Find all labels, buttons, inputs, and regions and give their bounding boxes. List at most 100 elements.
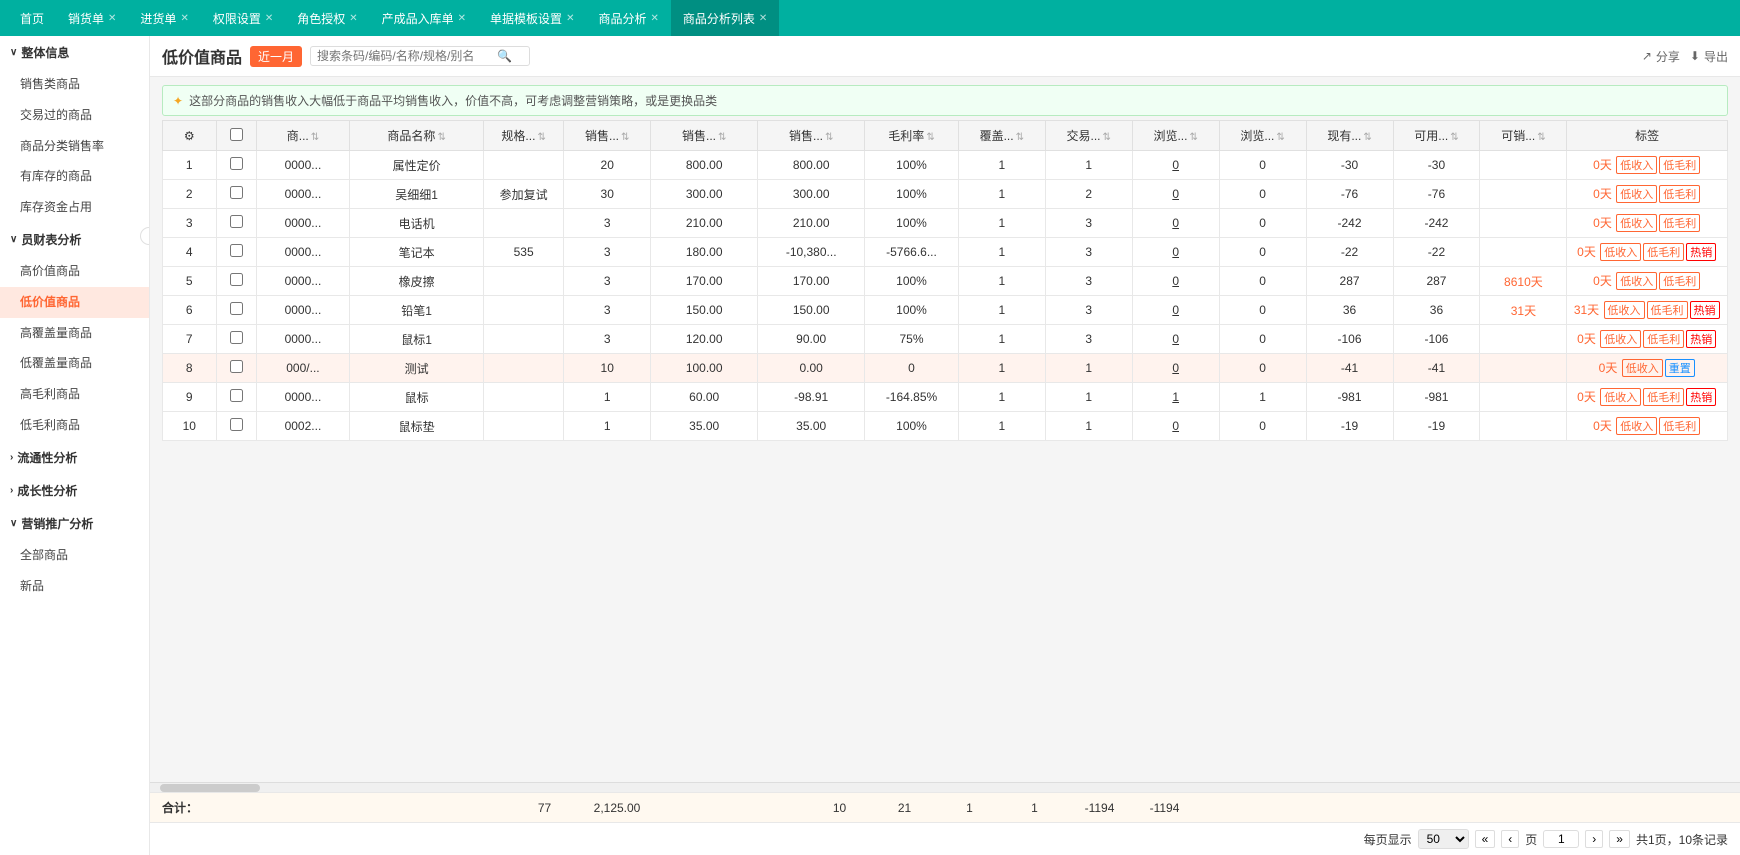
col-avail[interactable]: 可用...⇅ (1393, 121, 1480, 151)
col-sales-qty[interactable]: 销售...⇅ (564, 121, 651, 151)
sidebar-group-growth[interactable]: › 成长性分析 (0, 474, 149, 507)
col-settings[interactable]: ⚙ (163, 121, 217, 151)
col-sales-profit[interactable]: 销售...⇅ (758, 121, 865, 151)
sidebar-group-liquidity[interactable]: › 流通性分析 (0, 441, 149, 474)
cell-browse1[interactable]: 0 (1132, 296, 1219, 325)
search-input[interactable] (317, 49, 497, 63)
sidebar-item-high-coverage[interactable]: 高覆盖量商品 (0, 318, 149, 349)
nav-home[interactable]: 首页 (8, 0, 56, 36)
col-sales-amount[interactable]: 销售...⇅ (651, 121, 758, 151)
sidebar-item-high-value[interactable]: 高价值商品 (0, 256, 149, 287)
nav-product-inbound[interactable]: 产成品入库单 ✕ (370, 0, 478, 36)
browse-link[interactable]: 0 (1172, 158, 1179, 172)
browse-link[interactable]: 1 (1172, 390, 1179, 404)
close-icon[interactable]: ✕ (458, 13, 466, 24)
cell-checkbox[interactable] (216, 151, 256, 180)
close-icon[interactable]: ✕ (108, 13, 116, 24)
sidebar-item-stock-capital[interactable]: 库存资金占用 (0, 192, 149, 223)
cell-browse1[interactable]: 0 (1132, 325, 1219, 354)
sidebar-item-category-sales-rate[interactable]: 商品分类销售率 (0, 131, 149, 162)
cell-browse1[interactable]: 0 (1132, 412, 1219, 441)
col-stock[interactable]: 现有...⇅ (1306, 121, 1393, 151)
share-button[interactable]: ↗ 分享 (1642, 48, 1680, 65)
cell-browse1[interactable]: 0 (1132, 238, 1219, 267)
next-page-button[interactable]: › (1585, 830, 1603, 848)
cell-checkbox[interactable] (216, 209, 256, 238)
nav-sales-order[interactable]: 销货单 ✕ (56, 0, 128, 36)
col-browse2[interactable]: 浏览...⇅ (1219, 121, 1306, 151)
cell-checkbox[interactable] (216, 354, 256, 383)
cell-browse1[interactable]: 1 (1132, 383, 1219, 412)
cell-checkbox[interactable] (216, 238, 256, 267)
browse-link[interactable]: 0 (1172, 332, 1179, 346)
cell-browse1[interactable]: 0 (1132, 151, 1219, 180)
search-icon[interactable]: 🔍 (497, 49, 512, 63)
row-checkbox[interactable] (230, 389, 243, 402)
row-checkbox[interactable] (230, 215, 243, 228)
sidebar-item-sales-products[interactable]: 销售类商品 (0, 69, 149, 100)
cell-checkbox[interactable] (216, 267, 256, 296)
cell-browse1[interactable]: 0 (1132, 180, 1219, 209)
cell-browse1[interactable]: 0 (1132, 354, 1219, 383)
sidebar-item-new-products[interactable]: 新品 (0, 571, 149, 602)
scrollbar-thumb[interactable] (160, 784, 260, 792)
browse-link[interactable]: 0 (1172, 274, 1179, 288)
col-spec[interactable]: 规格...⇅ (484, 121, 564, 151)
prev-page-button[interactable]: ‹ (1501, 830, 1519, 848)
browse-link[interactable]: 0 (1172, 187, 1179, 201)
filter-period-button[interactable]: 近一月 (250, 46, 302, 67)
row-checkbox[interactable] (230, 360, 243, 373)
close-icon[interactable]: ✕ (265, 13, 273, 24)
cell-checkbox[interactable] (216, 325, 256, 354)
col-coverage[interactable]: 覆盖...⇅ (958, 121, 1045, 151)
row-checkbox[interactable] (230, 157, 243, 170)
sidebar-item-low-margin[interactable]: 低毛利商品 (0, 410, 149, 441)
cell-browse1[interactable]: 0 (1132, 267, 1219, 296)
close-icon[interactable]: ✕ (650, 13, 658, 24)
col-salable[interactable]: 可销...⇅ (1480, 121, 1567, 151)
cell-checkbox[interactable] (216, 412, 256, 441)
browse-link[interactable]: 0 (1172, 303, 1179, 317)
browse-link[interactable]: 0 (1172, 245, 1179, 259)
col-tags[interactable]: 标签 (1567, 121, 1728, 151)
sidebar-item-low-coverage[interactable]: 低覆盖量商品 (0, 348, 149, 379)
nav-role-auth[interactable]: 角色授权 ✕ (285, 0, 369, 36)
sidebar-group-overall[interactable]: ∨ 整体信息 (0, 36, 149, 69)
close-icon[interactable]: ✕ (180, 13, 188, 24)
nav-product-analysis[interactable]: 商品分析 ✕ (586, 0, 670, 36)
col-browse1[interactable]: 浏览...⇅ (1132, 121, 1219, 151)
cell-checkbox[interactable] (216, 296, 256, 325)
select-all-checkbox[interactable] (230, 128, 243, 141)
cell-checkbox[interactable] (216, 383, 256, 412)
last-page-button[interactable]: » (1609, 830, 1630, 848)
nav-permission-setting[interactable]: 权限设置 ✕ (201, 0, 285, 36)
export-button[interactable]: ⬇ 导出 (1690, 48, 1728, 65)
per-page-select[interactable]: 50 100 200 (1418, 829, 1469, 849)
close-icon[interactable]: ✕ (566, 13, 574, 24)
col-name[interactable]: 商品名称⇅ (350, 121, 484, 151)
row-checkbox[interactable] (230, 186, 243, 199)
sidebar-item-traded-products[interactable]: 交易过的商品 (0, 100, 149, 131)
sidebar-item-in-stock-products[interactable]: 有库存的商品 (0, 161, 149, 192)
nav-purchase-order[interactable]: 进货单 ✕ (128, 0, 200, 36)
col-code[interactable]: 商...⇅ (256, 121, 350, 151)
table-scrollbar[interactable] (150, 782, 1740, 792)
col-trade[interactable]: 交易...⇅ (1045, 121, 1132, 151)
cell-browse1[interactable]: 0 (1132, 209, 1219, 238)
close-icon[interactable]: ✕ (759, 13, 767, 24)
cell-checkbox[interactable] (216, 180, 256, 209)
page-number-input[interactable] (1543, 830, 1579, 848)
nav-product-analysis-list[interactable]: 商品分析列表 ✕ (671, 0, 779, 36)
close-icon[interactable]: ✕ (349, 13, 357, 24)
sidebar-group-marketing[interactable]: ∨ 营销推广分析 (0, 507, 149, 540)
row-checkbox[interactable] (230, 331, 243, 344)
browse-link[interactable]: 0 (1172, 361, 1179, 375)
col-margin[interactable]: 毛利率⇅ (865, 121, 959, 151)
row-checkbox[interactable] (230, 302, 243, 315)
col-checkbox[interactable] (216, 121, 256, 151)
browse-link[interactable]: 0 (1172, 419, 1179, 433)
sidebar-item-all-products[interactable]: 全部商品 (0, 540, 149, 571)
nav-template-setting[interactable]: 单据模板设置 ✕ (478, 0, 586, 36)
sidebar-item-high-margin[interactable]: 高毛利商品 (0, 379, 149, 410)
browse-link[interactable]: 0 (1172, 216, 1179, 230)
